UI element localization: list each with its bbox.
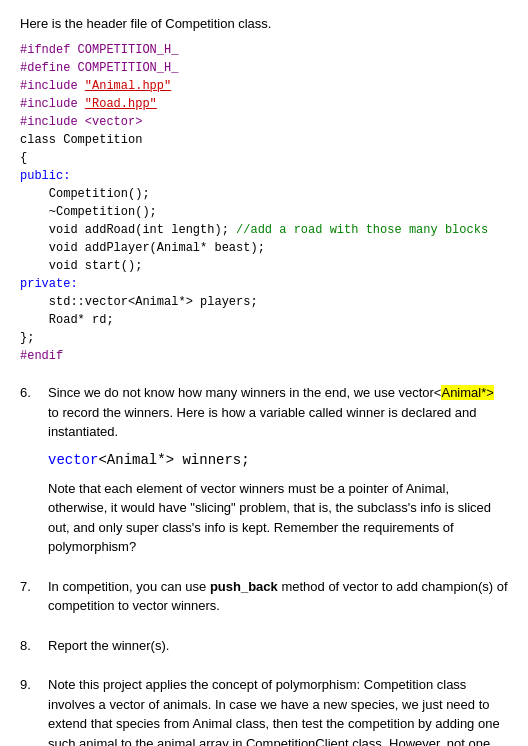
code-line-13: void start(); xyxy=(20,257,508,275)
code-line-6: class Competition xyxy=(20,131,508,149)
list-item-6: 6. Since we do not know how many winners… xyxy=(20,383,508,563)
code-line-1: #ifndef COMPETITION_H_ xyxy=(20,41,508,59)
code-line-11: void addRoad(int length); //add a road w… xyxy=(20,221,508,239)
code-line-12: void addPlayer(Animal* beast); xyxy=(20,239,508,257)
code-line-14: private: xyxy=(20,275,508,293)
list-item-9: 9. Note this project applies the concept… xyxy=(20,675,508,746)
code-line-8: public: xyxy=(20,167,508,185)
item-num-8: 8. xyxy=(20,636,48,656)
item-num-6: 6. xyxy=(20,383,48,403)
code-line-15: std::vector<Animal*> players; xyxy=(20,293,508,311)
list-item-8: 8. Report the winner(s). xyxy=(20,636,508,662)
item-num-7: 7. xyxy=(20,577,48,597)
code-line-17: }; xyxy=(20,329,508,347)
item-7-para: In competition, you can use push_back me… xyxy=(48,577,508,616)
code-block: #ifndef COMPETITION_H_ #define COMPETITI… xyxy=(20,41,508,365)
list-item-7: 7. In competition, you can use push_back… xyxy=(20,577,508,622)
code-line-18: #endif xyxy=(20,347,508,365)
item-6-code: vector<Animal*> winners; xyxy=(48,450,508,471)
code-line-7: { xyxy=(20,149,508,167)
pushback-bold: push_back xyxy=(210,579,278,594)
code-line-10: ~Competition(); xyxy=(20,203,508,221)
item-6-note: Note that each element of vector winners… xyxy=(48,479,508,557)
intro-text: Here is the header file of Competition c… xyxy=(20,16,508,31)
item-content-8: Report the winner(s). xyxy=(48,636,508,662)
item-content-6: Since we do not know how many winners in… xyxy=(48,383,508,563)
highlight-animal: Animal*> xyxy=(441,385,493,400)
item-6-para: Since we do not know how many winners in… xyxy=(48,383,508,442)
code-line-9: Competition(); xyxy=(20,185,508,203)
code-line-4: #include "Road.hpp" xyxy=(20,95,508,113)
numbered-list: 6. Since we do not know how many winners… xyxy=(20,383,508,746)
code-line-5: #include <vector> xyxy=(20,113,508,131)
item-8-para: Report the winner(s). xyxy=(48,636,508,656)
item-content-9: Note this project applies the concept of… xyxy=(48,675,508,746)
code-line-2: #define COMPETITION_H_ xyxy=(20,59,508,77)
item-num-9: 9. xyxy=(20,675,48,695)
item-9-para: Note this project applies the concept of… xyxy=(48,675,508,746)
item-content-7: In competition, you can use push_back me… xyxy=(48,577,508,622)
code-line-16: Road* rd; xyxy=(20,311,508,329)
code-line-3: #include "Animal.hpp" xyxy=(20,77,508,95)
